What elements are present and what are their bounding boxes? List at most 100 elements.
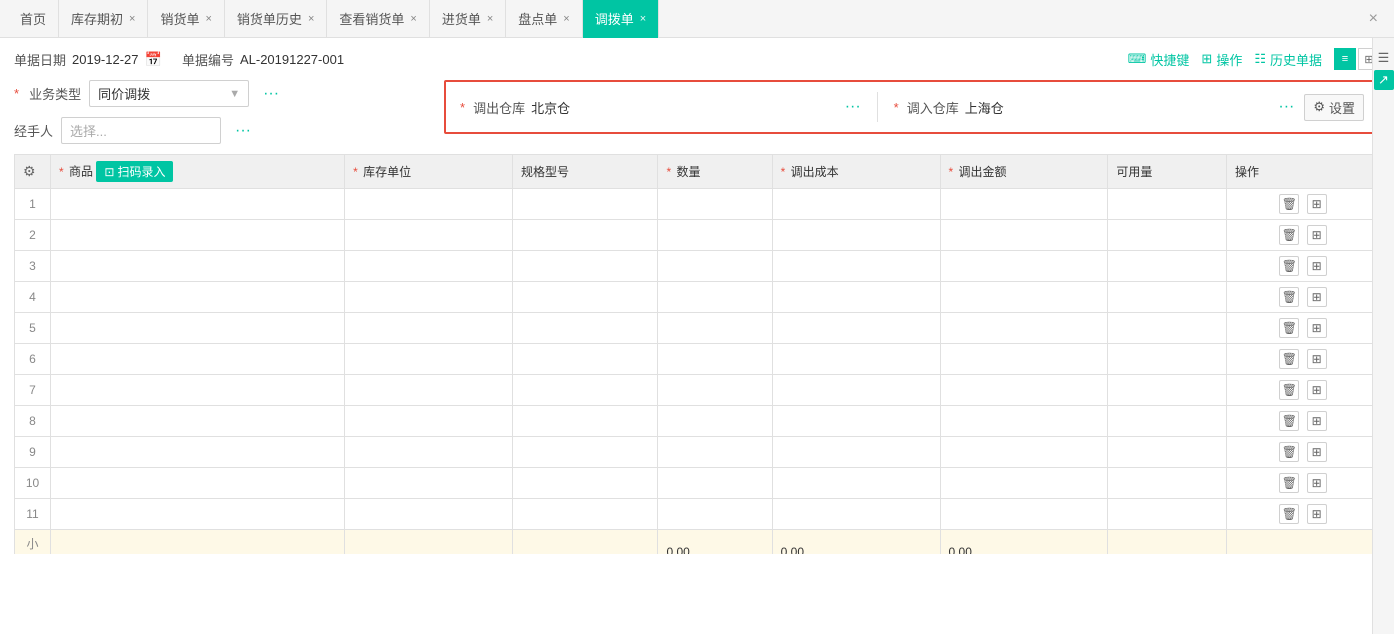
delete-icon[interactable]: 🗑 [1279,504,1299,524]
cell-product[interactable] [51,282,345,313]
copy-icon[interactable]: ⊞ [1307,349,1327,369]
delete-icon[interactable]: 🗑 [1279,256,1299,276]
cell-qty[interactable] [658,313,772,344]
business-type-select[interactable]: 同价调拨 ▼ [89,80,249,107]
copy-icon[interactable]: ⊞ [1307,225,1327,245]
cell-available[interactable] [1108,251,1227,282]
cell-unit[interactable] [345,499,513,530]
cell-available[interactable] [1108,499,1227,530]
cell-cost[interactable] [772,282,940,313]
tab-view-sales-close[interactable]: × [410,13,416,25]
cell-cost[interactable] [772,499,940,530]
cell-amount[interactable] [940,189,1108,220]
cell-unit[interactable] [345,375,513,406]
cell-available[interactable] [1108,437,1227,468]
copy-icon[interactable]: ⊞ [1307,504,1327,524]
operations-action[interactable]: ⊞ 操作 [1201,50,1242,69]
cell-cost[interactable] [772,189,940,220]
cell-cost[interactable] [772,406,940,437]
cell-qty[interactable] [658,189,772,220]
copy-icon[interactable]: ⊞ [1307,318,1327,338]
cell-unit[interactable] [345,313,513,344]
delete-icon[interactable]: 🗑 [1279,473,1299,493]
settings-button[interactable]: ⚙ 设置 [1304,94,1364,121]
transfer-in-more[interactable]: ··· [1278,98,1294,116]
scan-button[interactable]: ⊡ 扫码录入 [96,161,173,182]
cell-cost[interactable] [772,437,940,468]
cell-unit[interactable] [345,220,513,251]
delete-icon[interactable]: 🗑 [1279,380,1299,400]
cell-qty[interactable] [658,406,772,437]
transfer-out-more[interactable]: ··· [845,98,861,116]
tab-view-sales[interactable]: 查看销货单 × [327,0,429,38]
copy-icon[interactable]: ⊞ [1307,442,1327,462]
tab-sales-order-close[interactable]: × [205,13,211,25]
cell-cost[interactable] [772,220,940,251]
cell-amount[interactable] [940,499,1108,530]
cell-product[interactable] [51,189,345,220]
tab-sales-history[interactable]: 销货单历史 × [225,0,327,38]
cell-unit[interactable] [345,468,513,499]
cell-available[interactable] [1108,344,1227,375]
tab-purchase-order-close[interactable]: × [487,13,493,25]
cell-amount[interactable] [940,313,1108,344]
cell-cost[interactable] [772,468,940,499]
cell-product[interactable] [51,499,345,530]
tab-inventory-count[interactable]: 盘点单 × [506,0,582,38]
copy-icon[interactable]: ⊞ [1307,411,1327,431]
cell-spec[interactable] [513,406,658,437]
copy-icon[interactable]: ⊞ [1307,256,1327,276]
cell-product[interactable] [51,468,345,499]
delete-icon[interactable]: 🗑 [1279,411,1299,431]
cell-unit[interactable] [345,344,513,375]
tab-purchase-order[interactable]: 进货单 × [430,0,506,38]
layout-btn-list[interactable]: ≡ [1334,48,1356,70]
cell-qty[interactable] [658,344,772,375]
cell-product[interactable] [51,220,345,251]
shortcut-action[interactable]: ⌨ 快捷键 [1128,50,1190,69]
manager-more[interactable]: ··· [235,122,251,140]
cell-spec[interactable] [513,251,658,282]
cell-amount[interactable] [940,406,1108,437]
cell-cost[interactable] [772,375,940,406]
tab-home[interactable]: 首页 [8,0,59,38]
cell-qty[interactable] [658,282,772,313]
calendar-icon[interactable]: 📅 [145,51,162,68]
cell-qty[interactable] [658,468,772,499]
cell-qty[interactable] [658,220,772,251]
close-all-tabs[interactable]: × [1361,10,1386,28]
cell-product[interactable] [51,344,345,375]
delete-icon[interactable]: 🗑 [1279,318,1299,338]
cell-amount[interactable] [940,220,1108,251]
cell-available[interactable] [1108,220,1227,251]
cell-spec[interactable] [513,313,658,344]
cell-amount[interactable] [940,468,1108,499]
cell-available[interactable] [1108,189,1227,220]
cell-spec[interactable] [513,282,658,313]
cell-spec[interactable] [513,499,658,530]
copy-icon[interactable]: ⊞ [1307,380,1327,400]
gear-icon[interactable]: ⚙ [23,163,36,179]
cell-spec[interactable] [513,375,658,406]
cell-amount[interactable] [940,375,1108,406]
copy-icon[interactable]: ⊞ [1307,287,1327,307]
delete-icon[interactable]: 🗑 [1279,225,1299,245]
cell-qty[interactable] [658,251,772,282]
manager-select[interactable]: 选择... [61,117,221,144]
cell-available[interactable] [1108,282,1227,313]
cell-amount[interactable] [940,251,1108,282]
cell-available[interactable] [1108,375,1227,406]
cell-unit[interactable] [345,406,513,437]
cell-unit[interactable] [345,189,513,220]
panel-export-icon[interactable]: ↗ [1374,70,1394,90]
cell-cost[interactable] [772,251,940,282]
copy-icon[interactable]: ⊞ [1307,194,1327,214]
cell-amount[interactable] [940,437,1108,468]
cell-unit[interactable] [345,437,513,468]
delete-icon[interactable]: 🗑 [1279,349,1299,369]
copy-icon[interactable]: ⊞ [1307,473,1327,493]
th-gear[interactable]: ⚙ [15,155,51,189]
cell-amount[interactable] [940,344,1108,375]
cell-product[interactable] [51,251,345,282]
cell-product[interactable] [51,375,345,406]
